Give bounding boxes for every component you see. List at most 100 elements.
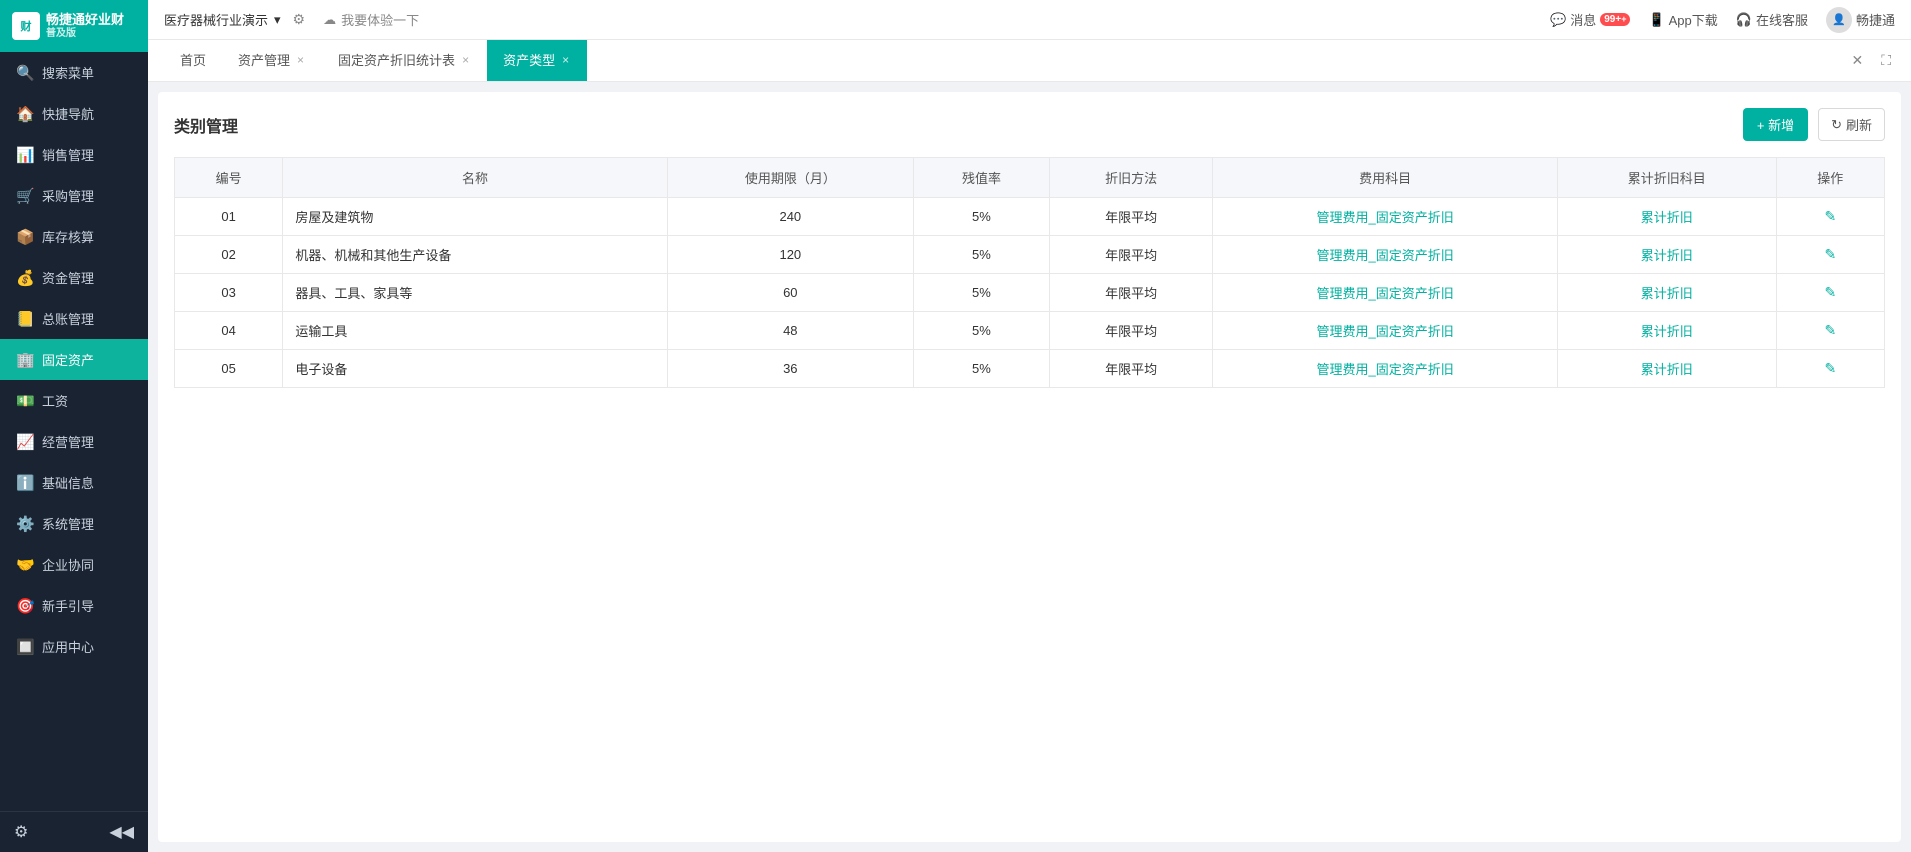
message-btn[interactable]: 💬 消息 99++ [1550,10,1630,29]
cell-0-4: 年限平均 [1049,198,1213,236]
col-header-4: 折旧方法 [1049,158,1213,198]
app-name: 畅捷通好业财 [46,12,124,28]
cell-4-4: 年限平均 [1049,350,1213,388]
cell-0-5: 管理费用_固定资产折旧 [1213,198,1557,236]
cell-1-1: 机器、机械和其他生产设备 [283,236,667,274]
tab-0[interactable]: 首页 [164,40,222,81]
sidebar-item-资金管理[interactable]: 💰资金管理 [0,257,148,298]
sidebar-item-经营管理[interactable]: 📈经营管理 [0,421,148,462]
sidebar-item-总账管理[interactable]: 📒总账管理 [0,298,148,339]
refresh-button[interactable]: ↻ 刷新 [1818,108,1885,141]
sidebar-item-新手引导[interactable]: 🎯新手引导 [0,585,148,626]
collapse-icon[interactable]: ◀◀ [109,822,134,842]
sidebar-item-基础信息[interactable]: ℹ️基础信息 [0,462,148,503]
tab-1[interactable]: 资产管理× [222,40,322,81]
cell-1-3: 5% [913,236,1049,274]
table-row: 04运输工具485%年限平均管理费用_固定资产折旧累计折旧✎ [175,312,1885,350]
col-header-6: 累计折旧科目 [1557,158,1776,198]
cell-4-0: 05 [175,350,283,388]
cell-2-3: 5% [913,274,1049,312]
cell-3-2: 48 [667,312,913,350]
page-header: 类别管理 + 新增 ↻ 刷新 [174,108,1885,141]
cell-2-5: 管理费用_固定资产折旧 [1213,274,1557,312]
table-header: 编号名称使用期限（月）残值率折旧方法费用科目累计折旧科目操作 [175,158,1885,198]
table-row: 01房屋及建筑物2405%年限平均管理费用_固定资产折旧累计折旧✎ [175,198,1885,236]
cell-1-2: 120 [667,236,913,274]
settings-icon[interactable]: ⚙ [14,822,28,842]
sidebar-item-搜索菜单[interactable]: 🔍 搜索菜单 [0,52,148,93]
module-selector[interactable]: 医疗器械行业演示 ▾ [164,10,281,29]
message-badge: 99++ [1600,13,1630,26]
sidebar-label-12: 企业协同 [42,555,94,574]
tab-label-0: 首页 [180,50,206,69]
cell-2-7[interactable]: ✎ [1776,274,1884,312]
sidebar-label-11: 系统管理 [42,514,94,533]
expand-icon[interactable]: ⛶ [1877,48,1895,73]
sidebar-label-2: 销售管理 [42,145,94,164]
cloud-icon: ☁ [323,12,336,28]
col-header-1: 名称 [283,158,667,198]
sidebar-bottom: ⚙ ◀◀ [0,811,148,852]
avatar: 👤 [1826,7,1852,33]
sidebar-icon-9: 📈 [16,433,34,451]
cell-0-1: 房屋及建筑物 [283,198,667,236]
cell-1-0: 02 [175,236,283,274]
cell-1-7[interactable]: ✎ [1776,236,1884,274]
cell-2-4: 年限平均 [1049,274,1213,312]
edit-icon[interactable]: ✎ [1824,360,1836,376]
add-button[interactable]: + 新增 [1743,108,1808,141]
tab-2[interactable]: 固定资产折旧统计表× [322,40,487,81]
settings-gear-icon[interactable]: ⚙ [293,11,306,28]
close-tab-icon[interactable]: ✕ [1847,48,1867,73]
user-menu[interactable]: 👤 畅捷通 [1826,7,1895,33]
table-row: 05电子设备365%年限平均管理费用_固定资产折旧累计折旧✎ [175,350,1885,388]
edit-icon[interactable]: ✎ [1824,284,1836,300]
cell-4-7[interactable]: ✎ [1776,350,1884,388]
sidebar-label-3: 采购管理 [42,186,94,205]
cell-2-1: 器具、工具、家具等 [283,274,667,312]
sidebar-item-销售管理[interactable]: 📊销售管理 [0,134,148,175]
col-header-3: 残值率 [913,158,1049,198]
sidebar-item-采购管理[interactable]: 🛒采购管理 [0,175,148,216]
experience-btn[interactable]: ☁ 我要体验一下 [323,10,419,29]
edit-icon[interactable]: ✎ [1824,208,1836,224]
table-body: 01房屋及建筑物2405%年限平均管理费用_固定资产折旧累计折旧✎02机器、机械… [175,198,1885,388]
cell-2-0: 03 [175,274,283,312]
sidebar-item-应用中心[interactable]: 🔲应用中心 [0,626,148,667]
tab-close-2[interactable]: × [460,52,471,68]
cell-3-3: 5% [913,312,1049,350]
main-content: 医疗器械行业演示 ▾ ⚙ ☁ 我要体验一下 💬 消息 99++ 📱 App下载 … [148,0,1911,852]
cell-1-6: 累计折旧 [1557,236,1776,274]
cell-3-7[interactable]: ✎ [1776,312,1884,350]
cell-4-3: 5% [913,350,1049,388]
chevron-down-icon: ▾ [274,12,281,28]
sidebar-icon-6: 📒 [16,310,34,328]
content-area: 类别管理 + 新增 ↻ 刷新 编号名称使用期限（月）残值率折旧方法费用科目累计折… [158,92,1901,842]
tab-close-3[interactable]: × [560,52,571,68]
sidebar-label-5: 资金管理 [42,268,94,287]
sidebar-label-0: 搜索菜单 [42,63,94,82]
sidebar-item-企业协同[interactable]: 🤝企业协同 [0,544,148,585]
cell-4-1: 电子设备 [283,350,667,388]
cell-4-5: 管理费用_固定资产折旧 [1213,350,1557,388]
app-download-btn[interactable]: 📱 App下载 [1648,10,1717,29]
edit-icon[interactable]: ✎ [1824,322,1836,338]
sidebar-icon-14: 🔲 [16,638,34,656]
header-actions: + 新增 ↻ 刷新 [1743,108,1885,141]
tab-close-1[interactable]: × [295,52,306,68]
online-service-btn[interactable]: 🎧 在线客服 [1736,10,1808,29]
cell-0-3: 5% [913,198,1049,236]
sidebar-icon-0: 🔍 [16,64,34,82]
sidebar: 财 畅捷通好业财 普及版 🔍搜索菜单🏠快捷导航📊销售管理🛒采购管理📦库存核算💰资… [0,0,148,852]
sidebar-item-工资[interactable]: 💵工资 [0,380,148,421]
tab-3[interactable]: 资产类型× [487,40,587,81]
cell-2-6: 累计折旧 [1557,274,1776,312]
cell-0-7[interactable]: ✎ [1776,198,1884,236]
sidebar-item-库存核算[interactable]: 📦库存核算 [0,216,148,257]
sidebar-item-固定资产[interactable]: 🏢固定资产 [0,339,148,380]
edit-icon[interactable]: ✎ [1824,246,1836,262]
topbar-right: 💬 消息 99++ 📱 App下载 🎧 在线客服 👤 畅捷通 [1550,7,1895,33]
sidebar-label-4: 库存核算 [42,227,94,246]
sidebar-item-快捷导航[interactable]: 🏠快捷导航 [0,93,148,134]
sidebar-item-系统管理[interactable]: ⚙️系统管理 [0,503,148,544]
